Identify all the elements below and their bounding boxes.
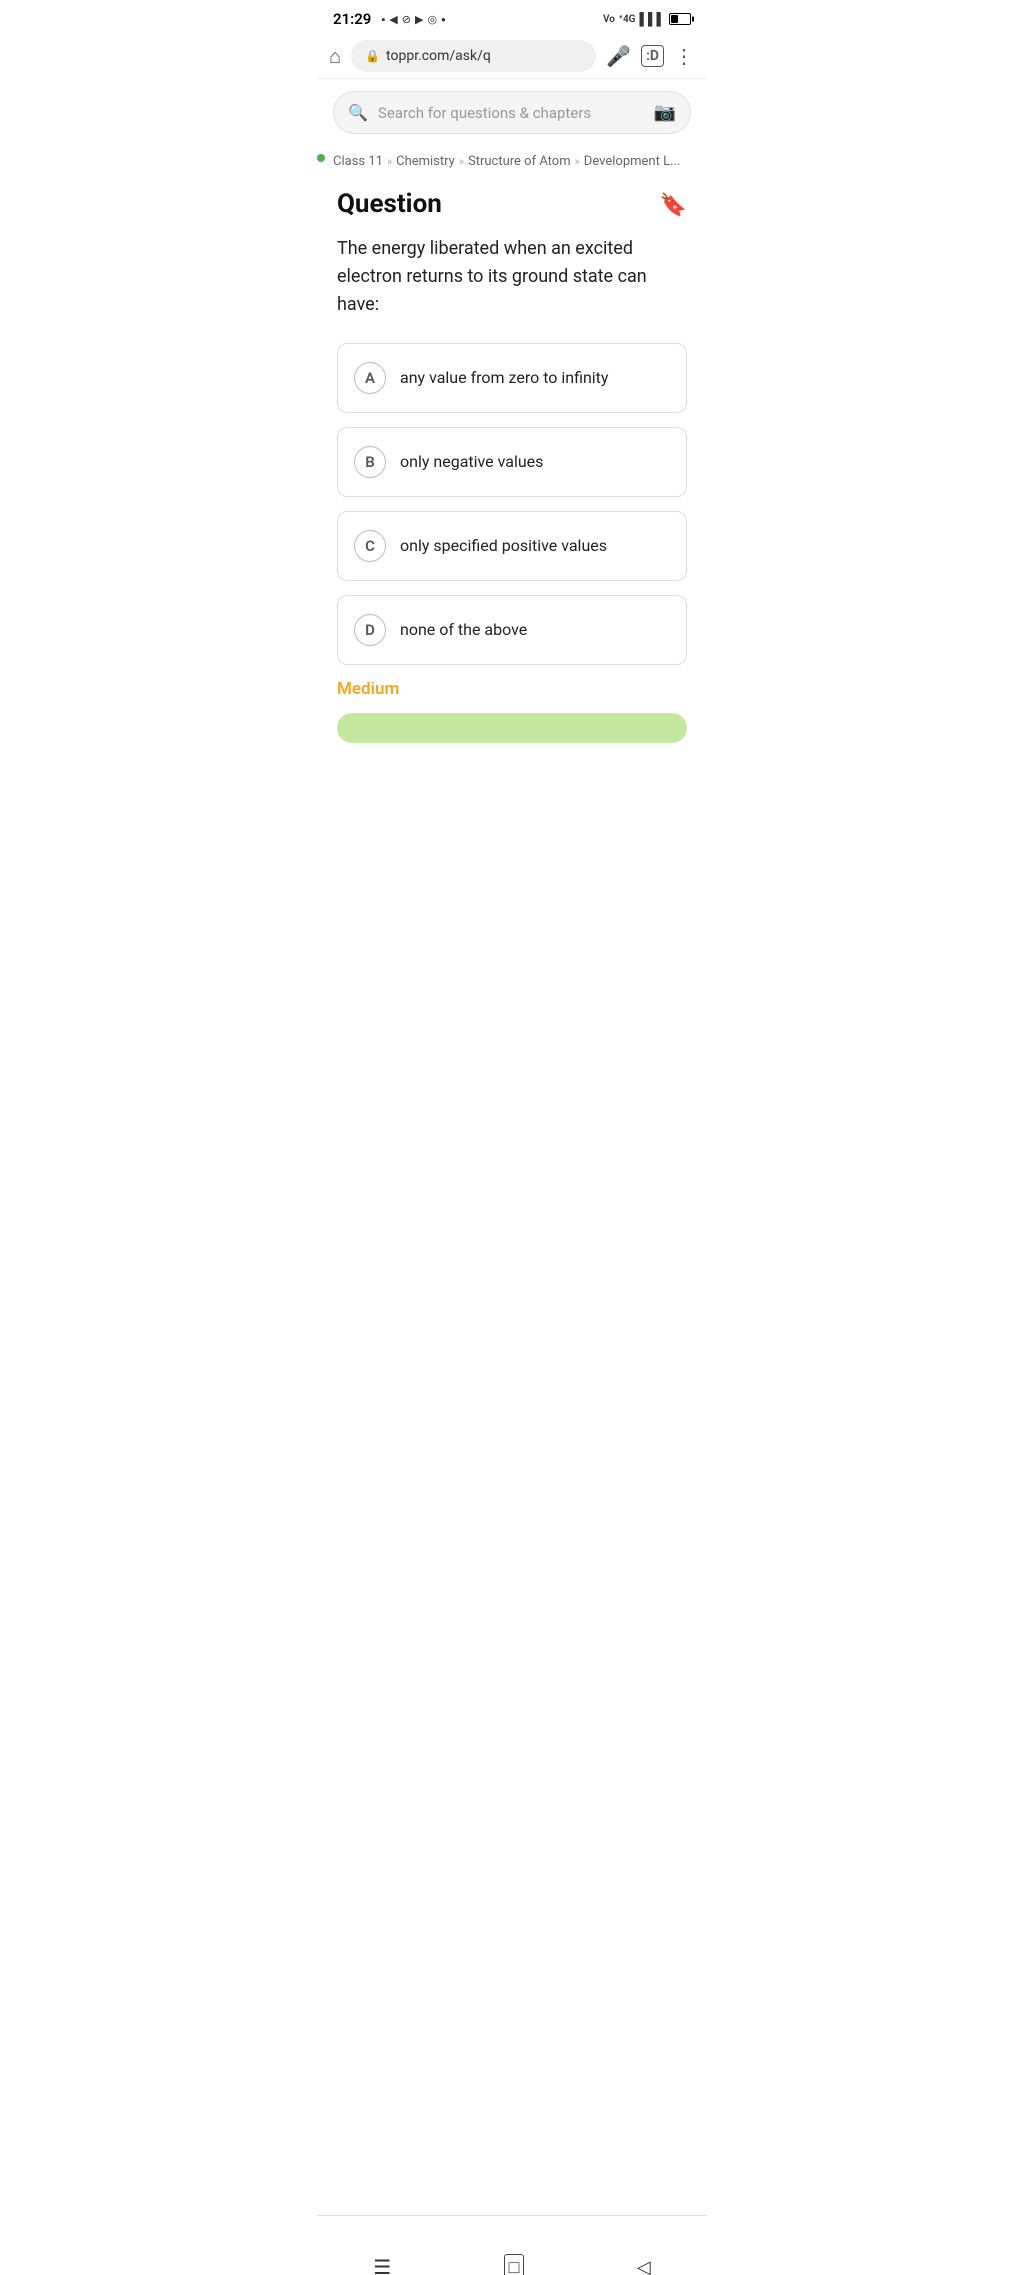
option-b-text: only negative values xyxy=(400,452,543,471)
green-dot xyxy=(317,154,325,162)
browser-bar: ⌂ 🔒 toppr.com/ask/q 🎤 :D ⋮ xyxy=(317,34,707,79)
status-media-icon: ⊘ xyxy=(402,13,411,26)
question-title: Question xyxy=(337,189,442,219)
breadcrumb-sep-3: » xyxy=(575,155,580,168)
option-b-label: B xyxy=(354,446,386,478)
search-bar-container: 🔍 Search for questions & chapters 📷 xyxy=(317,79,707,146)
breadcrumb: Class 11 » Chemistry » Structure of Atom… xyxy=(333,154,691,169)
option-d-text: none of the above xyxy=(400,620,527,639)
status-4g: ⁺4G xyxy=(619,14,636,25)
question-text: The energy liberated when an excited ele… xyxy=(337,235,687,319)
option-b[interactable]: B only negative values xyxy=(337,427,687,497)
option-d-label: D xyxy=(354,614,386,646)
android-menu[interactable]: ☰ xyxy=(373,2255,391,2275)
option-a[interactable]: A any value from zero to infinity xyxy=(337,343,687,413)
breadcrumb-wrap: Class 11 » Chemistry » Structure of Atom… xyxy=(317,146,707,177)
browser-menu-button[interactable]: ⋮ xyxy=(674,44,695,68)
android-back[interactable]: ◁ xyxy=(637,2257,651,2275)
lock-icon: 🔒 xyxy=(365,49,380,63)
breadcrumb-chemistry[interactable]: Chemistry xyxy=(396,154,455,169)
battery-icon xyxy=(669,13,691,25)
status-circle-icon: ◎ xyxy=(427,13,437,26)
bookmark-icon[interactable]: 🔖 xyxy=(660,193,687,218)
question-header: Question 🔖 xyxy=(337,189,687,219)
search-icon: 🔍 xyxy=(348,103,368,122)
status-time: 21:29 xyxy=(333,10,371,28)
display-mode-button[interactable]: :D xyxy=(641,45,664,67)
microphone-icon[interactable]: 🎤 xyxy=(606,44,631,68)
url-bar[interactable]: 🔒 toppr.com/ask/q xyxy=(351,40,596,72)
breadcrumb-sep-1: » xyxy=(387,155,392,168)
breadcrumb-sep-2: » xyxy=(459,155,464,168)
home-button[interactable]: ⌂ xyxy=(329,44,341,69)
search-input[interactable]: Search for questions & chapters xyxy=(378,104,644,122)
breadcrumb-structure[interactable]: Structure of Atom xyxy=(468,154,571,169)
option-d[interactable]: D none of the above xyxy=(337,595,687,665)
camera-icon[interactable]: 📷 xyxy=(654,102,676,123)
android-home[interactable]: □ xyxy=(504,2254,525,2275)
option-a-text: any value from zero to infinity xyxy=(400,368,608,387)
url-text: toppr.com/ask/q xyxy=(386,48,491,64)
status-yt-icon: ▶ xyxy=(415,13,423,26)
option-c-label: C xyxy=(354,530,386,562)
option-c[interactable]: C only specified positive values xyxy=(337,511,687,581)
difficulty-badge: Medium xyxy=(337,679,687,699)
status-signal: ▌▌▌ xyxy=(639,12,665,26)
search-bar[interactable]: 🔍 Search for questions & chapters 📷 xyxy=(333,91,691,134)
status-sim-icon: ▪ xyxy=(381,13,385,26)
status-nav-icon: ◀ xyxy=(389,13,397,26)
option-c-text: only specified positive values xyxy=(400,536,607,555)
android-nav: ☰ □ ◁ xyxy=(317,2217,707,2275)
status-dot: ● xyxy=(441,15,446,24)
breadcrumb-class11[interactable]: Class 11 xyxy=(333,154,383,169)
status-vo: Vo xyxy=(603,14,615,25)
option-a-label: A xyxy=(354,362,386,394)
status-bar: 21:29 ▪ ◀ ⊘ ▶ ◎ ● Vo ⁺4G ▌▌▌ xyxy=(317,0,707,34)
main-content: Question 🔖 The energy liberated when an … xyxy=(317,177,707,763)
answer-button[interactable] xyxy=(337,713,687,743)
breadcrumb-development[interactable]: Development L... xyxy=(584,154,681,169)
